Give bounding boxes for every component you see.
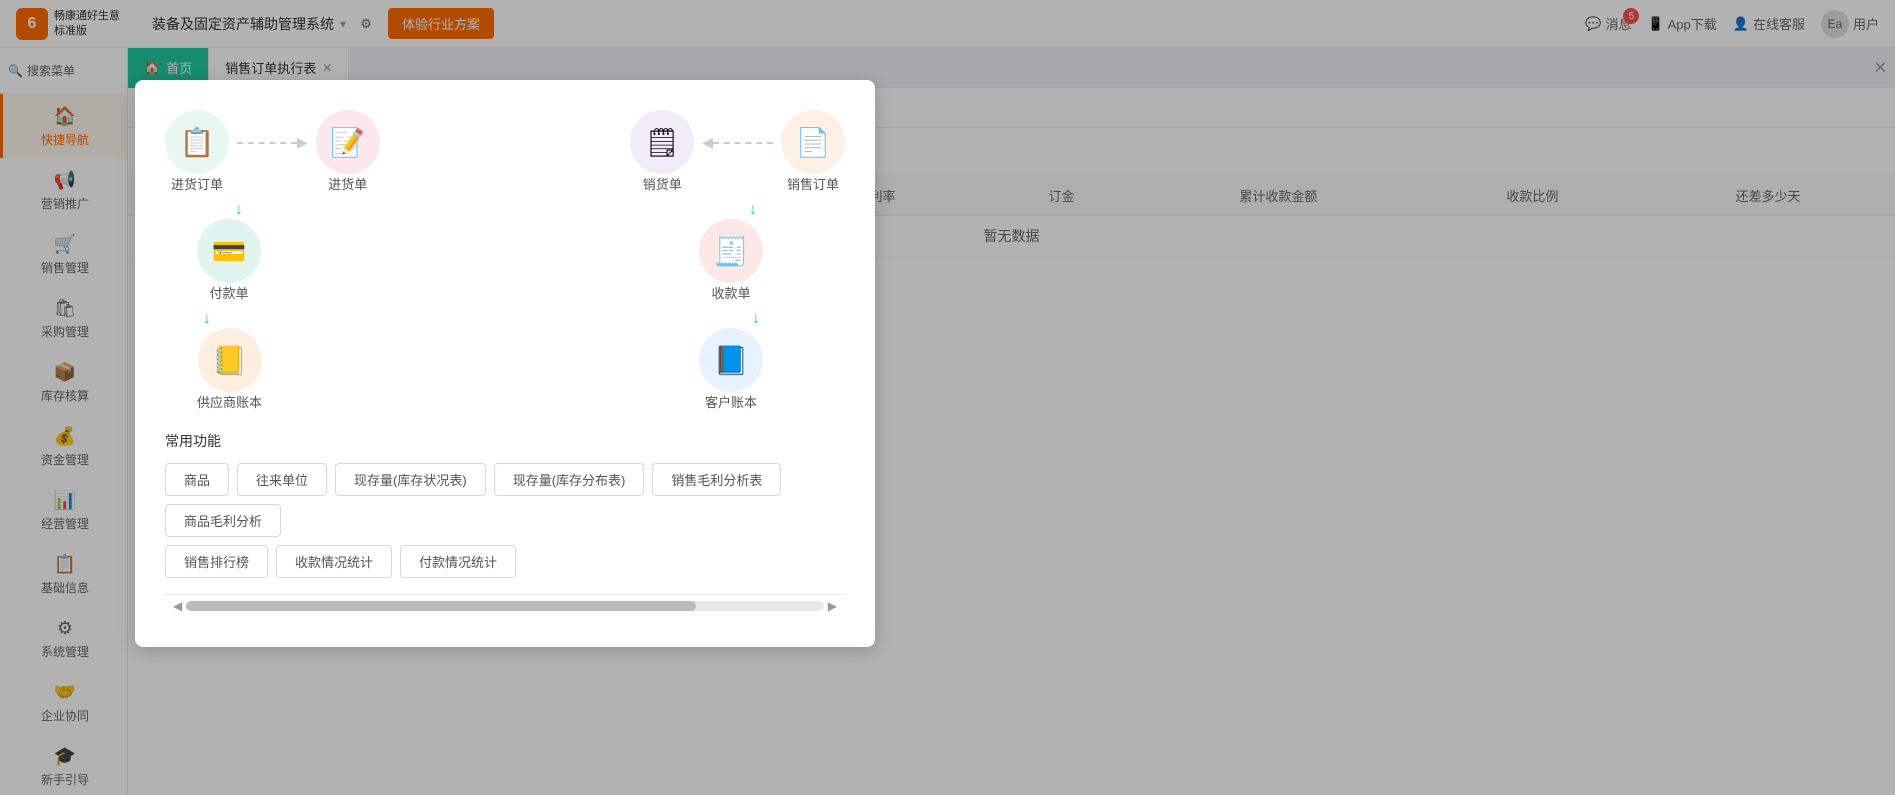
- func-btn-3[interactable]: 现存量(库存分布表): [494, 463, 645, 496]
- common-functions: 常用功能 商品往来单位现存量(库存状况表)现存量(库存分布表)销售毛利分析表商品…: [165, 431, 845, 578]
- receipt-label: 收款单: [711, 283, 750, 302]
- payment-node: 💳 付款单: [197, 219, 261, 302]
- func-btn-1[interactable]: 往来单位: [237, 463, 327, 496]
- func-btn-6[interactable]: 销售排行榜: [165, 545, 268, 578]
- customer-account-label: 客户账本: [705, 392, 757, 411]
- func-btn-0[interactable]: 商品: [165, 463, 229, 496]
- purchase-order-icon: 📋: [165, 110, 229, 174]
- func-buttons-row2: 销售排行榜收款情况统计付款情况统计: [165, 545, 845, 578]
- supplier-account-node: 📒 供应商账本: [197, 328, 262, 411]
- sales-order-node: 📄 销售订单: [781, 110, 845, 193]
- sales-bill-icon: 🗒: [630, 110, 694, 174]
- app-wrapper: 6 畅康通好生意 标准版 装备及固定资产辅助管理系统 ▾ ⚙ 体验行业方案 💬 …: [0, 0, 1895, 795]
- sales-bill-label: 销货单: [643, 174, 682, 193]
- purchase-bill-label: 进货单: [328, 174, 367, 193]
- purchase-bill-icon: 📝: [316, 110, 380, 174]
- func-btn-2[interactable]: 现存量(库存状况表): [335, 463, 486, 496]
- sales-bill-node: 🗒 销货单: [630, 110, 694, 193]
- scrollbar-track[interactable]: [186, 601, 824, 611]
- receipt-icon: 🧾: [699, 219, 763, 283]
- func-buttons-row1: 商品往来单位现存量(库存状况表)现存量(库存分布表)销售毛利分析表商品毛利分析: [165, 463, 845, 537]
- func-btn-7[interactable]: 收款情况统计: [276, 545, 392, 578]
- payment-icon: 💳: [197, 219, 261, 283]
- scroll-left-icon[interactable]: ◀: [173, 599, 182, 613]
- flow-diagram: 📋 进货订单 ▶ 📝 进货单: [165, 110, 845, 411]
- purchase-bill-node: 📝 进货单: [316, 110, 380, 193]
- func-btn-4[interactable]: 销售毛利分析表: [652, 463, 781, 496]
- supplier-account-icon: 📒: [198, 328, 262, 392]
- common-functions-title: 常用功能: [165, 431, 845, 451]
- scroll-right-icon[interactable]: ▶: [828, 599, 837, 613]
- customer-account-icon: 📘: [699, 328, 763, 392]
- sales-order-label: 销售订单: [787, 174, 839, 193]
- sales-order-icon: 📄: [781, 110, 845, 174]
- func-btn-8[interactable]: 付款情况统计: [400, 545, 516, 578]
- func-btn-5[interactable]: 商品毛利分析: [165, 504, 281, 537]
- purchase-order-label: 进货订单: [171, 174, 223, 193]
- customer-account-node: 📘 客户账本: [699, 328, 763, 411]
- supplier-account-label: 供应商账本: [197, 392, 262, 411]
- payment-label: 付款单: [209, 283, 248, 302]
- receipt-node: 🧾 收款单: [699, 219, 763, 302]
- scrollbar-row: ◀ ▶: [165, 594, 845, 617]
- scrollbar-thumb[interactable]: [186, 601, 696, 611]
- flow-modal: 📋 进货订单 ▶ 📝 进货单: [135, 80, 875, 647]
- purchase-order-node: 📋 进货订单: [165, 110, 229, 193]
- modal-overlay[interactable]: 📋 进货订单 ▶ 📝 进货单: [0, 0, 1895, 795]
